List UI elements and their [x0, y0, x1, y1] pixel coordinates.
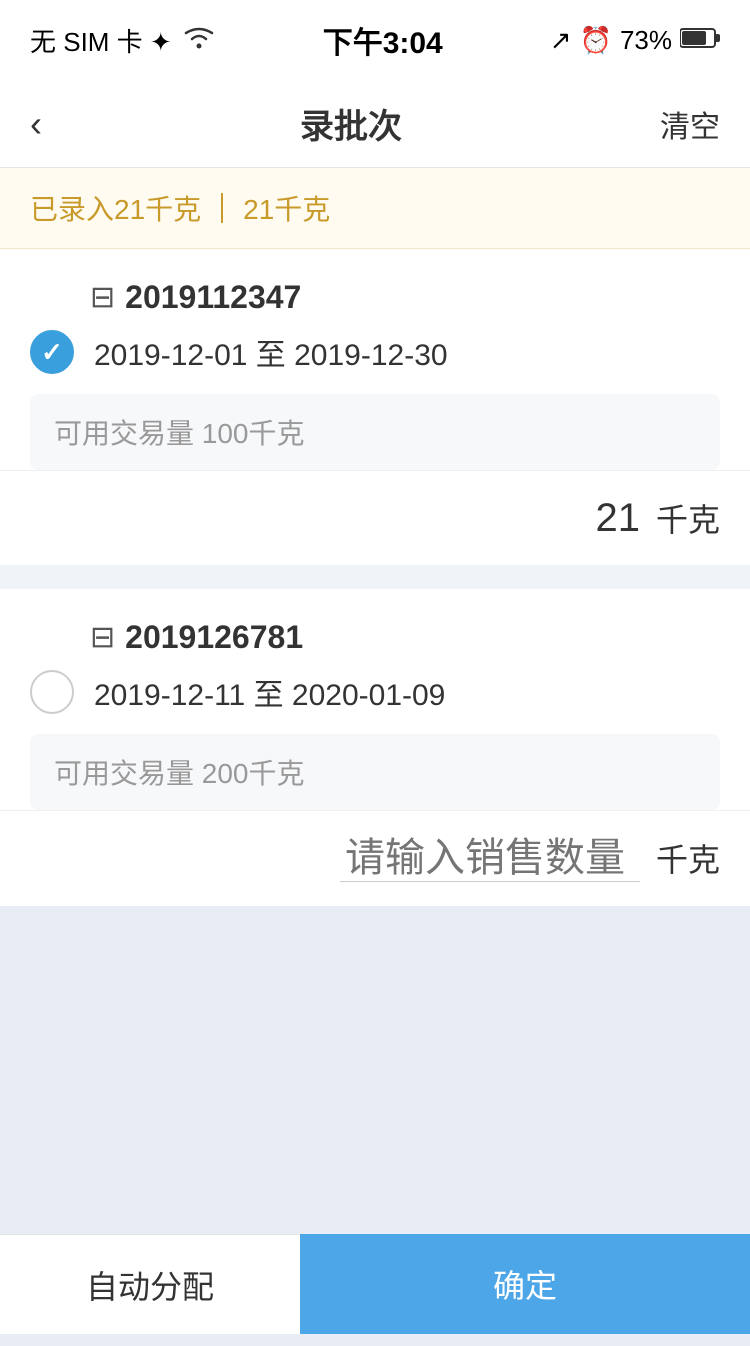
batch-2-unit: 千克 — [656, 835, 720, 881]
alarm-icon: ⏰ — [580, 25, 612, 56]
clear-button[interactable]: 清空 — [660, 102, 720, 146]
recorded-label: 已录入21千克 — [30, 188, 201, 228]
bottom-bar: 自动分配 确定 — [0, 1234, 750, 1334]
status-right: ↗ ⏰ 73% — [550, 25, 720, 56]
batch-2-date-row[interactable]: 2019-12-11 至 2020-01-09 — [30, 670, 720, 714]
location-icon: ↗ — [550, 25, 572, 56]
batch-2-radio[interactable] — [30, 670, 74, 714]
batch-1-icon: ⊟ — [90, 280, 115, 315]
status-bar: 无 SIM 卡 ✦ 下午3:04 ↗ ⏰ 73% — [0, 0, 750, 80]
check-icon: ✓ — [41, 337, 63, 368]
batch-card-2: ⊟ 2019126781 2019-12-11 至 2020-01-09 可用交… — [0, 589, 750, 906]
no-sim-text: 无 SIM 卡 ✦ — [30, 22, 172, 59]
page-title: 录批次 — [300, 99, 402, 148]
status-time: 下午3:04 — [323, 18, 443, 62]
batch-1-avail-box: 可用交易量 100千克 — [30, 394, 720, 470]
batch-1-amount: 21 — [595, 496, 640, 541]
batch-1-date: 2019-12-01 至 2019-12-30 — [94, 330, 448, 374]
batch-1-unit: 千克 — [656, 495, 720, 541]
battery-icon — [680, 25, 720, 56]
batch-2-input-row[interactable]: 千克 — [0, 810, 750, 906]
batch-1-radio[interactable]: ✓ — [30, 330, 74, 374]
auto-distribute-button[interactable]: 自动分配 — [0, 1234, 300, 1334]
batch-1-id-row: ⊟ 2019112347 — [90, 279, 720, 316]
batch-1-avail: 可用交易量 100千克 — [54, 418, 305, 449]
wifi-icon — [182, 25, 216, 56]
batch-1-amount-row: 21 千克 — [0, 470, 750, 565]
batch-1-date-row[interactable]: ✓ 2019-12-01 至 2019-12-30 — [30, 330, 720, 374]
batch-2-icon: ⊟ — [90, 620, 115, 655]
info-divider — [221, 193, 223, 223]
batch-2-avail: 可用交易量 200千克 — [54, 758, 305, 789]
back-button[interactable]: ‹ — [30, 103, 42, 145]
status-left: 无 SIM 卡 ✦ — [30, 22, 216, 59]
info-banner: 已录入21千克 21千克 — [0, 168, 750, 249]
batch-2-date: 2019-12-11 至 2020-01-09 — [94, 670, 445, 714]
batch-card-1: ⊟ 2019112347 ✓ 2019-12-01 至 2019-12-30 可… — [0, 249, 750, 565]
card-separator-1 — [0, 565, 750, 589]
batch-2-id-row: ⊟ 2019126781 — [90, 619, 720, 656]
batch-2-avail-box: 可用交易量 200千克 — [30, 734, 720, 810]
batch-2-id: 2019126781 — [125, 619, 303, 656]
batch-1-id: 2019112347 — [125, 279, 301, 316]
sales-quantity-input[interactable] — [340, 836, 640, 882]
nav-bar: ‹ 录批次 清空 — [0, 80, 750, 168]
confirm-button[interactable]: 确定 — [300, 1234, 750, 1334]
recorded-value: 21千克 — [243, 188, 330, 228]
battery-text: 73% — [620, 25, 672, 56]
